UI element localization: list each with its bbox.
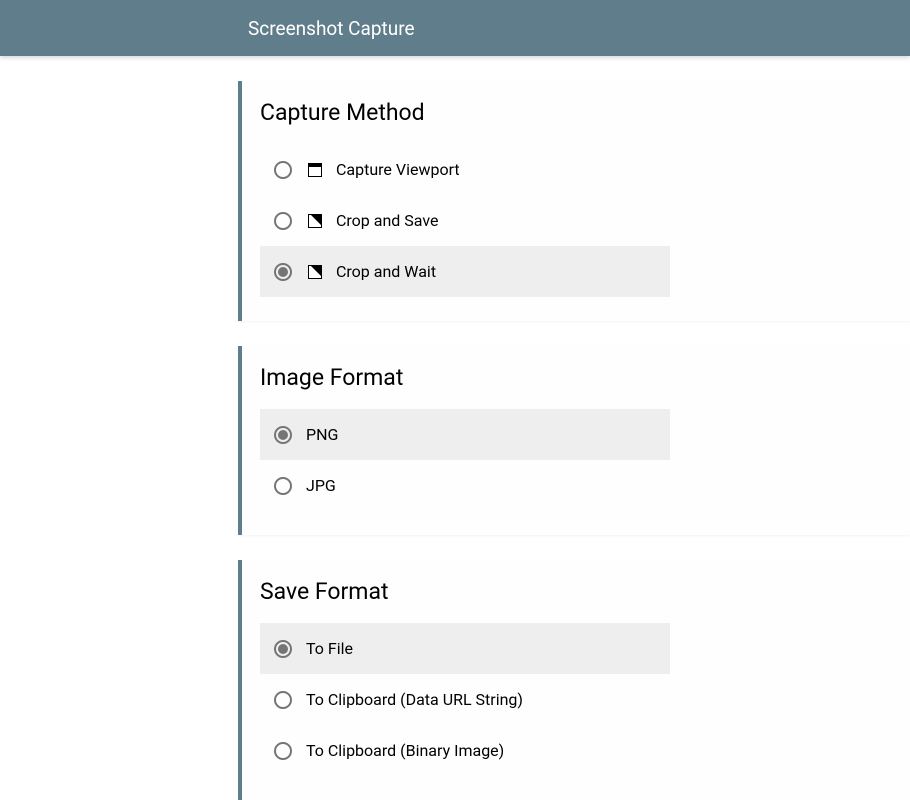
radio-icon [274,691,292,709]
radio-icon [274,161,292,179]
section-save-format: Save Format To File To Clipboard (Data U… [238,560,910,800]
viewport-icon [308,163,322,177]
radio-crop-and-wait[interactable]: Crop and Wait [260,246,670,297]
radio-label: JPG [306,476,336,495]
radio-to-clipboard-binary[interactable]: To Clipboard (Binary Image) [260,725,670,776]
app-title: Screenshot Capture [248,17,415,40]
section-title-capture-method: Capture Method [260,99,910,126]
crop-icon [308,265,322,279]
radio-to-clipboard-url[interactable]: To Clipboard (Data URL String) [260,674,670,725]
app-header: Screenshot Capture [0,0,910,56]
section-image-format: Image Format PNG JPG [238,346,910,535]
radio-label: To File [306,639,353,658]
radio-jpg[interactable]: JPG [260,460,670,511]
radio-label: PNG [306,425,338,444]
radio-icon [274,212,292,230]
radio-icon [274,426,292,444]
radio-png[interactable]: PNG [260,409,670,460]
radio-label: To Clipboard (Binary Image) [306,741,504,760]
crop-icon [308,214,322,228]
radio-icon [274,640,292,658]
section-title-save-format: Save Format [260,578,910,605]
radio-icon [274,742,292,760]
radio-label: To Clipboard (Data URL String) [306,690,523,709]
radio-crop-and-save[interactable]: Crop and Save [260,195,670,246]
radio-icon [274,477,292,495]
radio-label: Crop and Wait [336,262,436,281]
radio-label: Capture Viewport [336,160,460,179]
section-title-image-format: Image Format [260,364,910,391]
radio-capture-viewport[interactable]: Capture Viewport [260,144,670,195]
radio-to-file[interactable]: To File [260,623,670,674]
radio-label: Crop and Save [336,211,439,230]
content-area: Capture Method Capture Viewport Crop and… [0,56,910,800]
radio-icon [274,263,292,281]
section-capture-method: Capture Method Capture Viewport Crop and… [238,81,910,321]
